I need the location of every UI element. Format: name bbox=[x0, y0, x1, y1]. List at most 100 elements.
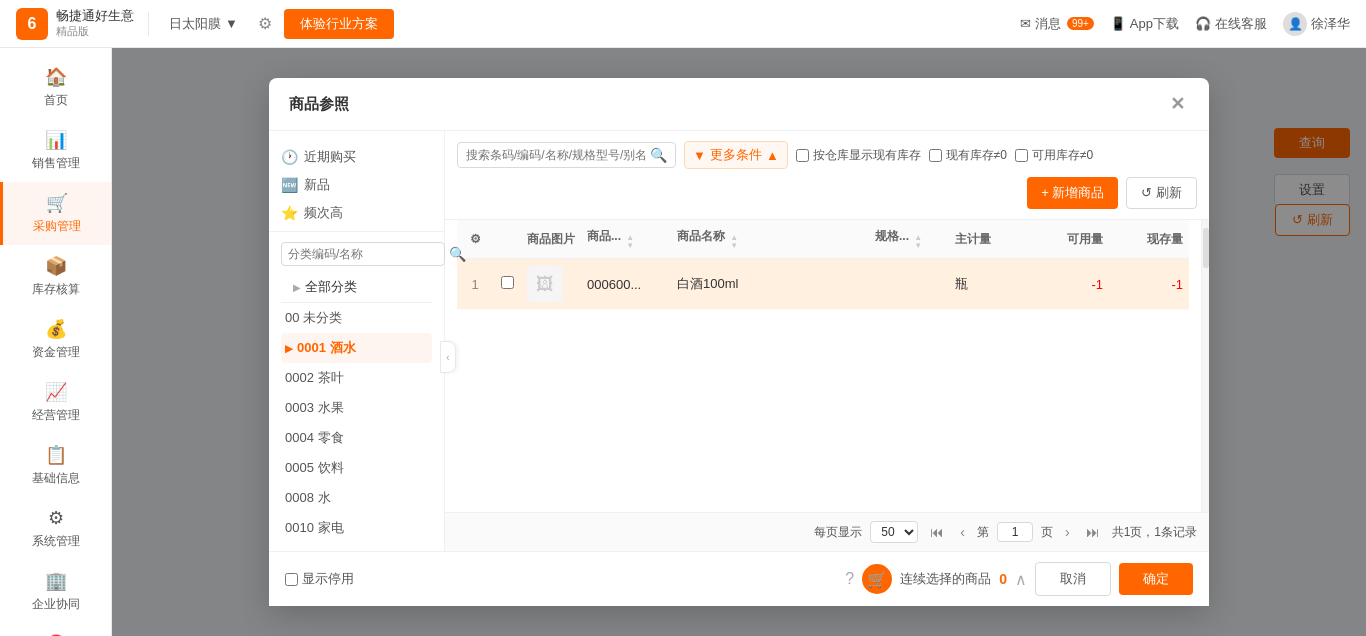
store-dropdown[interactable]: 日太阳膜 ▼ bbox=[161, 11, 246, 37]
sidebar-item-inventory[interactable]: 📦 库存核算 bbox=[0, 245, 111, 308]
user-item[interactable]: 👤 徐泽华 bbox=[1283, 12, 1350, 36]
enterprise-icon: 🏢 bbox=[45, 570, 67, 592]
td-check[interactable] bbox=[493, 259, 521, 310]
table-area: ⚙ 商品图片 商品... ▲▼ bbox=[445, 220, 1209, 512]
category-item-c0008[interactable]: 0008 水 bbox=[281, 483, 432, 513]
headset-icon: 🎧 bbox=[1195, 16, 1211, 31]
sidebar-item-label: 库存核算 bbox=[32, 281, 80, 298]
available-nonzero-input[interactable] bbox=[1015, 149, 1028, 162]
app-download-item[interactable]: 📱 App下载 bbox=[1110, 15, 1179, 33]
stock-nonzero-input[interactable] bbox=[929, 149, 942, 162]
th-avail[interactable]: 可用量 bbox=[1029, 220, 1109, 259]
show-disabled-checkbox[interactable]: 显示停用 bbox=[285, 570, 354, 588]
first-page-button[interactable]: ⏮ bbox=[926, 522, 948, 542]
category-item-c00[interactable]: 00 未分类 bbox=[281, 303, 432, 333]
right-panel: 🔍 ▼ 更多条件 ▲ 按仓库显示现有库存 bbox=[445, 131, 1209, 551]
sidebar-item-operation[interactable]: 📈 经营管理 bbox=[0, 371, 111, 434]
cancel-button[interactable]: 取消 bbox=[1035, 562, 1111, 596]
filter-label: 更多条件 bbox=[710, 146, 762, 164]
add-product-button[interactable]: + 新增商品 bbox=[1027, 177, 1118, 209]
cart-icon[interactable]: 🛒 bbox=[862, 564, 892, 594]
next-page-button[interactable]: › bbox=[1061, 522, 1074, 542]
shortcut-frequent[interactable]: ⭐ 频次高 bbox=[281, 199, 432, 227]
search-icon[interactable]: 🔍 bbox=[650, 147, 667, 163]
sidebar-item-purchase[interactable]: 🛒 采购管理 bbox=[0, 182, 111, 245]
sidebar-item-guide[interactable]: 🎯 新手引导 bbox=[0, 623, 111, 636]
messages-item[interactable]: ✉ 消息 99+ bbox=[1020, 15, 1094, 33]
new-icon: 🆕 bbox=[281, 177, 298, 193]
prev-page-button[interactable]: ‹ bbox=[956, 522, 969, 542]
footer-cart-section: ? 🛒 连续选择的商品 0 ∧ 取消 确定 bbox=[845, 562, 1193, 596]
trial-button[interactable]: 体验行业方案 bbox=[284, 9, 394, 39]
online-service-item[interactable]: 🎧 在线客服 bbox=[1195, 15, 1267, 33]
category-search-input[interactable] bbox=[281, 242, 445, 266]
warehouse-display-checkbox[interactable]: 按仓库显示现有库存 bbox=[796, 147, 921, 164]
sidebar-item-label: 首页 bbox=[44, 92, 68, 109]
show-disabled-input[interactable] bbox=[285, 573, 298, 586]
available-nonzero-checkbox[interactable]: 可用库存≠0 bbox=[1015, 147, 1093, 164]
shortcut-recent[interactable]: 🕐 近期购买 bbox=[281, 143, 432, 171]
app-edition: 精品版 bbox=[56, 24, 134, 39]
category-item-c0005[interactable]: 0005 饮料 bbox=[281, 453, 432, 483]
sidebar-item-label: 企业协同 bbox=[32, 596, 80, 613]
per-page-select[interactable]: 50 bbox=[870, 521, 918, 543]
sort-icon-name: ▲▼ bbox=[730, 234, 738, 250]
user-avatar: 👤 bbox=[1283, 12, 1307, 36]
settings-icon[interactable]: ⚙ bbox=[258, 14, 272, 33]
row-checkbox[interactable] bbox=[501, 276, 514, 289]
help-icon[interactable]: ? bbox=[845, 570, 854, 588]
category-c0001-label: 0001 酒水 bbox=[297, 339, 356, 357]
th-code[interactable]: 商品... ▲▼ bbox=[581, 220, 671, 259]
sidebar-item-system[interactable]: ⚙ 系统管理 bbox=[0, 497, 111, 560]
online-service-label: 在线客服 bbox=[1215, 15, 1267, 33]
sidebar-item-home[interactable]: 🏠 首页 bbox=[0, 56, 111, 119]
modal-close-button[interactable]: ✕ bbox=[1165, 92, 1189, 116]
message-badge: 99+ bbox=[1067, 17, 1094, 30]
last-page-button[interactable]: ⏭ bbox=[1082, 522, 1104, 542]
all-arrow-icon: ▶ bbox=[293, 282, 301, 293]
th-unit[interactable]: 主计量 bbox=[949, 220, 1029, 259]
app-logo: 6 bbox=[16, 8, 48, 40]
refresh-button[interactable]: ↺ 刷新 bbox=[1126, 177, 1197, 209]
cart-collapse-icon[interactable]: ∧ bbox=[1015, 570, 1027, 589]
category-c0010-label: 0010 家电 bbox=[285, 519, 344, 537]
table-scrollbar[interactable] bbox=[1201, 220, 1209, 512]
sidebar-item-basic[interactable]: 📋 基础信息 bbox=[0, 434, 111, 497]
th-name[interactable]: 商品名称 ▲▼ bbox=[671, 220, 869, 259]
sidebar-item-finance[interactable]: 💰 资金管理 bbox=[0, 308, 111, 371]
nav-right: ✉ 消息 99+ 📱 App下载 🎧 在线客服 👤 徐泽华 bbox=[1020, 12, 1350, 36]
sidebar-item-label: 系统管理 bbox=[32, 533, 80, 550]
table-row[interactable]: 1 🖼 bbox=[457, 259, 1189, 310]
search-input-wrap: 🔍 bbox=[457, 142, 676, 168]
page-label: 第 bbox=[977, 524, 989, 541]
stock-nonzero-checkbox[interactable]: 现有库存≠0 bbox=[929, 147, 1007, 164]
sidebar-item-enterprise[interactable]: 🏢 企业协同 bbox=[0, 560, 111, 623]
category-shortcuts: 🕐 近期购买 🆕 新品 ⭐ 频次高 bbox=[269, 139, 444, 232]
category-item-c0002[interactable]: 0002 茶叶 bbox=[281, 363, 432, 393]
th-stock[interactable]: 现存量 bbox=[1109, 220, 1189, 259]
th-img: 商品图片 bbox=[521, 220, 581, 259]
search-bar: 🔍 ▼ 更多条件 ▲ 按仓库显示现有库存 bbox=[445, 131, 1209, 220]
category-item-c0010[interactable]: 0010 家电 bbox=[281, 513, 432, 543]
product-search-input[interactable] bbox=[466, 148, 646, 162]
th-spec[interactable]: 规格... ▲▼ bbox=[869, 220, 949, 259]
category-item-c0001[interactable]: ▶ 0001 酒水 bbox=[281, 333, 432, 363]
sidebar-item-sales[interactable]: 📊 销售管理 bbox=[0, 119, 111, 182]
category-c00-label: 00 未分类 bbox=[285, 309, 342, 327]
category-item-c0004[interactable]: 0004 零食 bbox=[281, 423, 432, 453]
page-input[interactable] bbox=[997, 522, 1033, 542]
scroll-thumb bbox=[1203, 228, 1209, 268]
category-collapse-button[interactable]: ‹ bbox=[440, 341, 456, 373]
store-name: 日太阳膜 bbox=[169, 15, 221, 33]
td-avail: -1 bbox=[1029, 259, 1109, 310]
category-all-item[interactable]: ▶ 全部分类 bbox=[281, 272, 432, 303]
stock-nonzero-label: 现有库存≠0 bbox=[946, 147, 1007, 164]
sales-icon: 📊 bbox=[45, 129, 67, 151]
filter-button[interactable]: ▼ 更多条件 ▲ bbox=[684, 141, 788, 169]
category-item-c0003[interactable]: 0003 水果 bbox=[281, 393, 432, 423]
warehouse-checkbox-input[interactable] bbox=[796, 149, 809, 162]
available-nonzero-label: 可用库存≠0 bbox=[1032, 147, 1093, 164]
shortcut-new[interactable]: 🆕 新品 bbox=[281, 171, 432, 199]
confirm-button[interactable]: 确定 bbox=[1119, 563, 1193, 595]
category-search-icon[interactable]: 🔍 bbox=[449, 246, 466, 262]
